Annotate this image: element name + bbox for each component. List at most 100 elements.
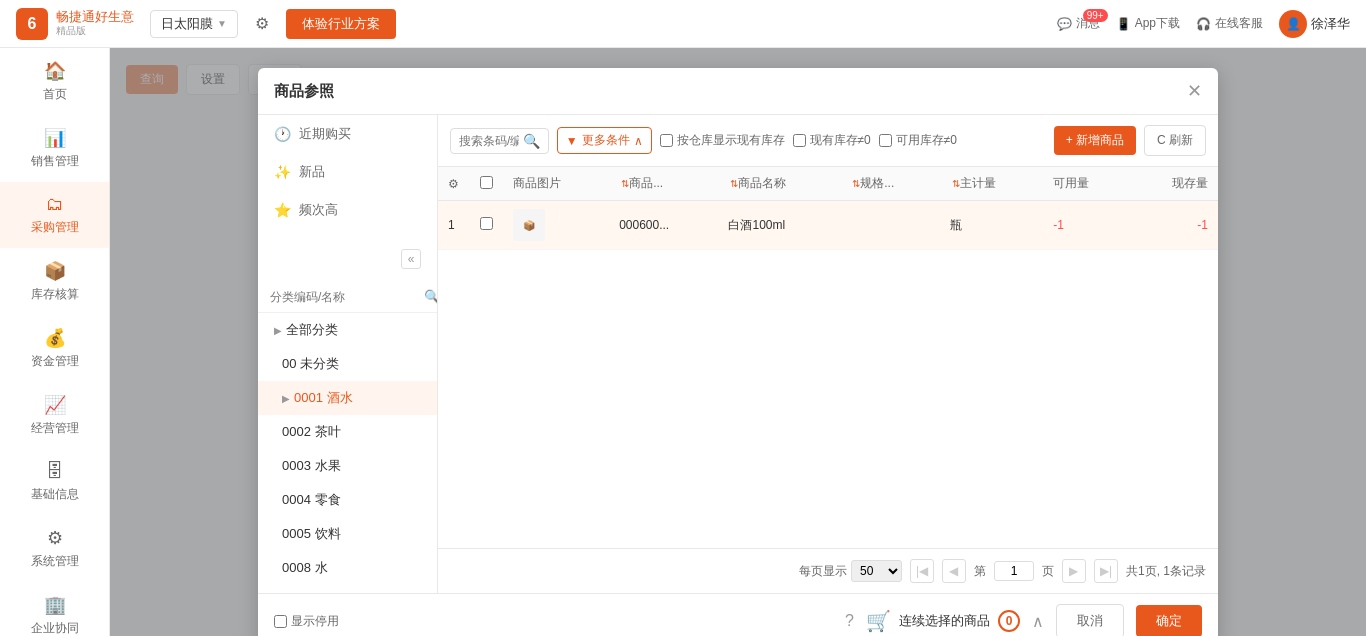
per-page-select[interactable]: 50 10 20 100 <box>851 560 902 582</box>
category-all-label: 全部分类 <box>286 321 338 339</box>
category-search-icon[interactable]: 🔍 <box>424 289 438 304</box>
row-image: 📦 <box>503 201 609 250</box>
refresh-button[interactable]: C 刷新 <box>1144 125 1206 156</box>
row-available: -1 <box>1043 201 1130 250</box>
basics-icon: 🗄 <box>46 461 64 482</box>
category-appliance[interactable]: 0010 家电 <box>258 585 437 593</box>
row-stock: -1 <box>1131 201 1218 250</box>
category-snack[interactable]: 0004 零食 <box>258 483 437 517</box>
th-stock: 现存量 <box>1131 167 1218 201</box>
category-water[interactable]: 0008 水 <box>258 551 437 585</box>
last-page-button[interactable]: ▶| <box>1094 559 1118 583</box>
category-beverage[interactable]: 0005 饮料 <box>258 517 437 551</box>
row-checkbox[interactable] <box>470 201 503 250</box>
category-uncategorized[interactable]: 00 未分类 <box>258 347 437 381</box>
warehouse-stock-filter[interactable]: 按仓库显示现有库存 <box>660 132 785 149</box>
category-all[interactable]: ▶ 全部分类 <box>258 313 437 347</box>
sidebar-item-finance[interactable]: 💰 资金管理 <box>0 315 109 382</box>
settings-icon[interactable]: ⚙ <box>246 8 278 40</box>
category-search-input[interactable] <box>270 290 420 304</box>
sales-icon: 📊 <box>44 127 66 149</box>
warehouse-stock-checkbox[interactable] <box>660 134 673 147</box>
confirm-button[interactable]: 确定 <box>1136 605 1202 636</box>
left-nav-recent[interactable]: 🕐 近期购买 <box>258 115 437 153</box>
sidebar-item-stock[interactable]: 📦 库存核算 <box>0 248 109 315</box>
app-download-nav-item[interactable]: 📱 App下载 <box>1116 15 1180 32</box>
table-row[interactable]: 1 📦 000600... 白酒100ml <box>438 201 1218 250</box>
product-search-input[interactable] <box>459 134 519 148</box>
user-nav-item[interactable]: 👤 徐泽华 <box>1279 10 1350 38</box>
left-panel: 🕐 近期购买 ✨ 新品 ⭐ 频次高 « <box>258 115 438 593</box>
cart-icon: 🛒 <box>866 609 891 633</box>
content-area: 查询 设置 刷新 商品参照 ✕ 🕐 近期购买 <box>110 48 1366 636</box>
clock-icon: 🕐 <box>274 126 291 142</box>
logo-icon: 6 <box>16 8 48 40</box>
add-product-button[interactable]: + 新增商品 <box>1054 126 1136 155</box>
show-disabled-filter[interactable]: 显示停用 <box>274 613 339 630</box>
current-stock-filter[interactable]: 现有库存≠0 <box>793 132 871 149</box>
logo-area: 6 畅捷通好生意 精品版 <box>16 8 134 40</box>
th-unit[interactable]: ⇅主计量 <box>940 167 1043 201</box>
sidebar-item-basics[interactable]: 🗄 基础信息 <box>0 449 109 515</box>
next-page-button[interactable]: ▶ <box>1062 559 1086 583</box>
liquor-arrow-icon: ▶ <box>282 393 290 404</box>
modal-body: 🕐 近期购买 ✨ 新品 ⭐ 频次高 « <box>258 115 1218 593</box>
th-spec[interactable]: ⇅规格... <box>840 167 940 201</box>
sidebar-item-sales[interactable]: 📊 销售管理 <box>0 115 109 182</box>
sidebar-item-operations[interactable]: 📈 经营管理 <box>0 382 109 449</box>
cancel-button[interactable]: 取消 <box>1056 604 1124 636</box>
nav-right: 💬 消息 99+ 📱 App下载 🎧 在线客服 👤 徐泽华 <box>1057 10 1350 38</box>
th-settings[interactable]: ⚙ <box>438 167 470 201</box>
available-stock-checkbox[interactable] <box>879 134 892 147</box>
modal-close-button[interactable]: ✕ <box>1187 80 1202 102</box>
left-nav-frequent[interactable]: ⭐ 频次高 <box>258 191 437 229</box>
category-water-label: 0008 水 <box>282 560 328 575</box>
category-liquor[interactable]: ▶ 0001 酒水 <box>258 381 437 415</box>
select-all-checkbox[interactable] <box>480 176 493 189</box>
trial-button[interactable]: 体验行业方案 <box>286 9 396 39</box>
th-name[interactable]: ⇅商品名称 <box>718 167 840 201</box>
cart-label: 连续选择的商品 <box>899 612 990 630</box>
online-service-nav-item[interactable]: 🎧 在线客服 <box>1196 15 1263 32</box>
category-tea[interactable]: 0002 茶叶 <box>258 415 437 449</box>
first-page-button[interactable]: |◀ <box>910 559 934 583</box>
row-select-checkbox[interactable] <box>480 217 493 230</box>
table-header-row: ⚙ 商品图片 ⇅商品... <box>438 167 1218 201</box>
headphone-icon: 🎧 <box>1196 17 1211 31</box>
left-nav-new-label: 新品 <box>299 163 325 181</box>
operations-icon: 📈 <box>44 394 66 416</box>
product-reference-modal: 商品参照 ✕ 🕐 近期购买 ✨ 新品 <box>258 68 1218 636</box>
left-nav-new[interactable]: ✨ 新品 <box>258 153 437 191</box>
brand-selector[interactable]: 日太阳膜 ▼ <box>150 10 238 38</box>
help-icon[interactable]: ? <box>845 612 854 630</box>
app-name: 畅捷通好生意 <box>56 9 134 25</box>
th-code[interactable]: ⇅商品... <box>609 167 718 201</box>
more-filter-button[interactable]: ▼ 更多条件 ∧ <box>557 127 652 154</box>
collapse-footer-icon[interactable]: ∧ <box>1032 612 1044 631</box>
category-uncategorized-label: 00 未分类 <box>282 356 339 371</box>
page-number-input[interactable] <box>994 561 1034 581</box>
prev-page-button[interactable]: ◀ <box>942 559 966 583</box>
sidebar-item-enterprise[interactable]: 🏢 企业协同 <box>0 582 109 636</box>
row-num: 1 <box>438 201 470 250</box>
warehouse-stock-label: 按仓库显示现有库存 <box>677 132 785 149</box>
message-nav-item[interactable]: 💬 消息 99+ <box>1057 15 1100 32</box>
sidebar-item-home[interactable]: 🏠 首页 <box>0 48 109 115</box>
home-icon: 🏠 <box>44 60 66 82</box>
enterprise-icon: 🏢 <box>44 594 66 616</box>
category-fruit[interactable]: 0003 水果 <box>258 449 437 483</box>
show-disabled-checkbox[interactable] <box>274 615 287 628</box>
main-layout: 🏠 首页 📊 销售管理 🗂 采购管理 📦 库存核算 💰 资金管理 📈 经营管理 … <box>0 48 1366 636</box>
available-stock-filter[interactable]: 可用库存≠0 <box>879 132 957 149</box>
sidebar-label-enterprise: 企业协同 <box>31 620 79 636</box>
current-stock-checkbox[interactable] <box>793 134 806 147</box>
product-search-box: 🔍 <box>450 128 549 154</box>
finance-icon: 💰 <box>44 327 66 349</box>
product-search-icon[interactable]: 🔍 <box>523 133 540 149</box>
user-name: 徐泽华 <box>1311 15 1350 33</box>
sidebar-item-purchase[interactable]: 🗂 采购管理 <box>0 182 109 248</box>
purchase-icon: 🗂 <box>46 194 64 215</box>
collapse-panel-button[interactable]: « <box>401 249 421 269</box>
sidebar-item-system[interactable]: ⚙ 系统管理 <box>0 515 109 582</box>
sidebar-label-stock: 库存核算 <box>31 286 79 303</box>
